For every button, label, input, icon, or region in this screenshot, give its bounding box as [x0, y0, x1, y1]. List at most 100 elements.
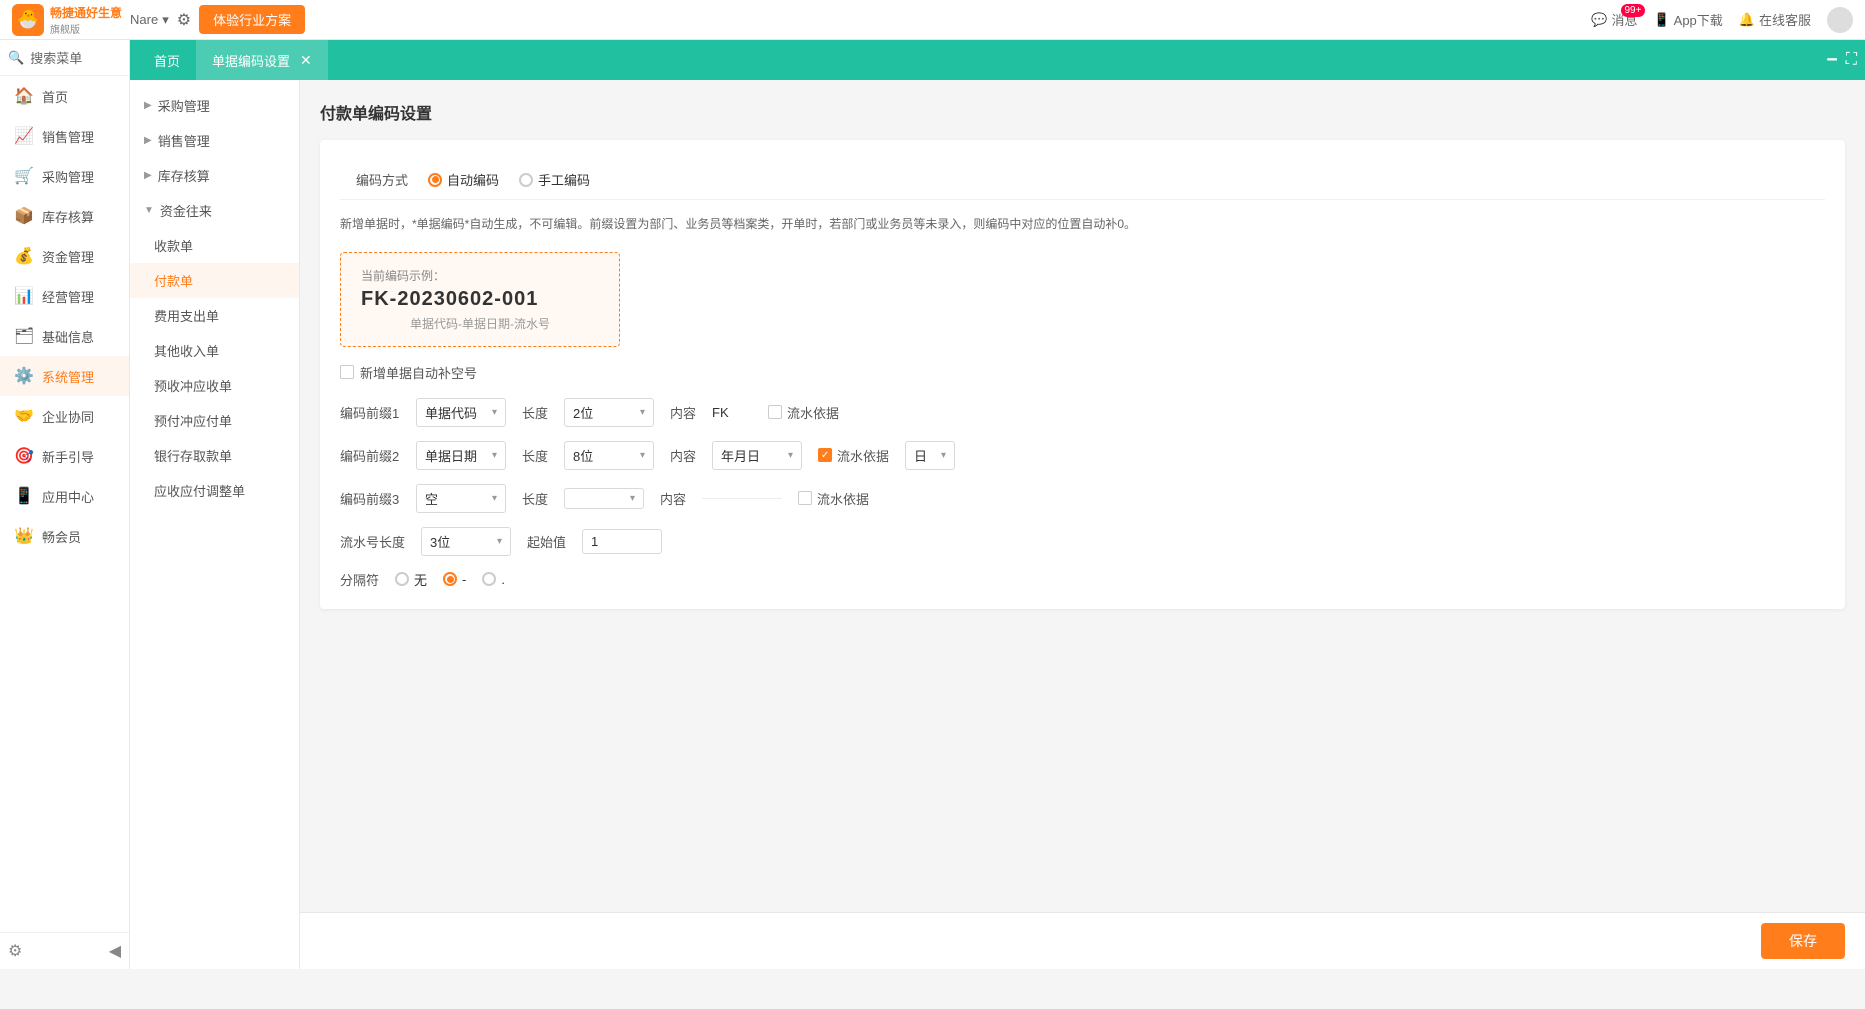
- flow-select[interactable]: 3位 ▾: [421, 527, 511, 556]
- prefix3-select[interactable]: 空 ▾: [416, 484, 506, 513]
- auto-encode-radio[interactable]: 自动编码: [428, 170, 499, 189]
- sidebar-item-system[interactable]: ⚙️ 系统管理: [0, 356, 129, 396]
- tab-home[interactable]: 首页: [138, 40, 196, 80]
- system-icon: ⚙️: [14, 366, 34, 386]
- sidebar-item-sales[interactable]: 📈 销售管理: [0, 116, 129, 156]
- tab-close-icon[interactable]: ✕: [300, 52, 312, 69]
- sub-menu-item-expense[interactable]: 费用支出单: [130, 298, 299, 333]
- chevron-down-icon: ▾: [162, 12, 169, 28]
- prefix1-chevron-icon: ▾: [492, 407, 497, 418]
- sep-dash-dot: [447, 576, 454, 583]
- tab-encode[interactable]: 单据编码设置 ✕: [196, 40, 328, 80]
- sep-dash-radio[interactable]: -: [443, 572, 466, 587]
- sidebar-item-collab[interactable]: 🤝 企业协同: [0, 396, 129, 436]
- sidebar-item-finance[interactable]: 💰 资金管理: [0, 236, 129, 276]
- settings-icon[interactable]: ⚙: [177, 10, 191, 30]
- sidebar-item-apps[interactable]: 📱 应用中心: [0, 476, 129, 516]
- sub-group-inventory: ▶ 库存核算: [130, 158, 299, 193]
- sub-menu-item-other-income[interactable]: 其他收入单: [130, 333, 299, 368]
- message-icon[interactable]: 💬 消息 99+: [1591, 10, 1637, 29]
- sidebar-item-home[interactable]: 🏠 首页: [0, 76, 129, 116]
- flow-chevron-icon: ▾: [497, 536, 502, 547]
- start-value-input[interactable]: 1: [582, 529, 662, 554]
- prefix3-content-value: [702, 498, 782, 499]
- content-area: ▶ 采购管理 ▶ 销售管理 ▶ 库存核算 ▼ 资金往来: [130, 80, 1865, 969]
- prefix3-stream-check[interactable]: 流水依据: [798, 489, 869, 508]
- online-service[interactable]: 🔔 在线客服: [1739, 10, 1811, 29]
- save-button[interactable]: 保存: [1761, 923, 1845, 959]
- base-icon: 🗂: [14, 326, 34, 346]
- prefix1-len-label: 长度: [522, 403, 548, 422]
- main-panel-wrapper: 付款单编码设置 编码方式 自动编码 手工编码: [300, 80, 1865, 969]
- sep-dot-radio[interactable]: .: [482, 572, 505, 587]
- prefix3-stream-checkbox: [798, 491, 812, 505]
- code-preview-box: 当前编码示例： FK-20230602-001 单据代码-单据日期-流水号: [340, 252, 620, 347]
- chevron-down-icon2: ▼: [144, 205, 154, 216]
- prefix3-len-select[interactable]: ▾: [564, 488, 644, 509]
- main-card: 编码方式 自动编码 手工编码 新增单据时，*单据编: [320, 140, 1845, 609]
- encode-method-label: 编码方式: [356, 170, 408, 189]
- prefix3-len-label: 长度: [522, 489, 548, 508]
- sep-none-radio[interactable]: 无: [395, 570, 427, 589]
- prefix-row-3: 编码前缀3 空 ▾ 长度 ▾ 内容: [340, 484, 1825, 513]
- top-bar-right: 💬 消息 99+ 📱 App下载 🔔 在线客服: [1591, 7, 1853, 33]
- manual-encode-radio[interactable]: 手工编码: [519, 170, 590, 189]
- finance-icon: 💰: [14, 246, 34, 266]
- sub-menu-item-prepay-receivable[interactable]: 预收冲应收单: [130, 368, 299, 403]
- prefix2-label: 编码前缀2: [340, 446, 400, 465]
- sep-none-circle: [395, 572, 409, 586]
- sidebar-footer: ⚙ ◀: [0, 932, 129, 969]
- prefix2-stream-check[interactable]: ✓ 流水依据: [818, 446, 889, 465]
- sidebar-item-base[interactable]: 🗂 基础信息: [0, 316, 129, 356]
- auto-radio-dot: [432, 176, 439, 183]
- prefix-row-2: 编码前缀2 单据日期 ▾ 长度 8位 ▾ 内容: [340, 441, 1825, 470]
- sidebar: 🔍 搜索菜单 🏠 首页 📈 销售管理 🛒 采购管理 📦 库存核算 💰 资金管理 …: [0, 40, 130, 969]
- prefix2-content-label: 内容: [670, 446, 696, 465]
- prefix-row-1: 编码前缀1 单据代码 ▾ 长度 2位 ▾ 内容 FK: [340, 398, 1825, 427]
- sub-menu-item-prepay-payable[interactable]: 预付冲应付单: [130, 403, 299, 438]
- sidebar-item-guide[interactable]: 🎯 新手引导: [0, 436, 129, 476]
- prefix2-content-select[interactable]: 年月日 ▾: [712, 441, 802, 470]
- prefix1-len-select[interactable]: 2位 ▾: [564, 398, 654, 427]
- sub-menu-title-inventory[interactable]: ▶ 库存核算: [130, 158, 299, 193]
- app-download[interactable]: 📱 App下载: [1653, 10, 1722, 29]
- tab-maximize-icon[interactable]: ⛶: [1846, 51, 1857, 69]
- prefix1-stream-check[interactable]: 流水依据: [768, 403, 839, 422]
- prefix1-select[interactable]: 单据代码 ▾: [416, 398, 506, 427]
- prefix2-chevron-icon: ▾: [492, 450, 497, 461]
- auto-fill-checkbox[interactable]: [340, 365, 354, 379]
- auto-fill-row: 新增单据自动补空号: [340, 363, 1825, 382]
- collapse-icon[interactable]: ◀: [109, 941, 121, 961]
- sidebar-search[interactable]: 🔍 搜索菜单: [0, 40, 129, 76]
- tab-minimize-icon[interactable]: 🗕: [1826, 47, 1837, 74]
- trial-button[interactable]: 体验行业方案: [199, 5, 305, 34]
- sep-label: 分隔符: [340, 570, 379, 589]
- guide-icon: 🎯: [14, 446, 34, 466]
- prefix2-len-select[interactable]: 8位 ▾: [564, 441, 654, 470]
- sidebar-item-ops[interactable]: 📊 经营管理: [0, 276, 129, 316]
- sub-menu-item-ap-adjust[interactable]: 应收应付调整单: [130, 473, 299, 508]
- sub-menu-title-sales[interactable]: ▶ 销售管理: [130, 123, 299, 158]
- sub-menu-item-receive[interactable]: 收款单: [130, 228, 299, 263]
- sidebar-item-member[interactable]: 👑 畅会员: [0, 516, 129, 556]
- sidebar-item-purchase[interactable]: 🛒 采购管理: [0, 156, 129, 196]
- form-rows: 编码前缀1 单据代码 ▾ 长度 2位 ▾ 内容 FK: [340, 398, 1825, 513]
- sidebar-item-inventory[interactable]: 📦 库存核算: [0, 196, 129, 236]
- prefix2-select[interactable]: 单据日期 ▾: [416, 441, 506, 470]
- prefix3-label: 编码前缀3: [340, 489, 400, 508]
- collab-icon: 🤝: [14, 406, 34, 426]
- settings-gear-icon[interactable]: ⚙: [8, 941, 22, 961]
- sub-group-sales: ▶ 销售管理: [130, 123, 299, 158]
- sub-menu-item-bank-deposit[interactable]: 银行存取款单: [130, 438, 299, 473]
- sub-group-finance: ▼ 资金往来 收款单 付款单 费用支出单 其他收入单 预收冲应收单 预付冲应付单…: [130, 193, 299, 508]
- encode-method-row: 编码方式 自动编码 手工编码: [340, 160, 1825, 200]
- prefix3-len-chevron-icon: ▾: [630, 493, 635, 504]
- inventory-icon: 📦: [14, 206, 34, 226]
- prefix1-stream-checkbox: [768, 405, 782, 419]
- sub-menu-item-pay[interactable]: 付款单: [130, 263, 299, 298]
- sub-menu-title-finance[interactable]: ▼ 资金往来: [130, 193, 299, 228]
- nav-dropdown[interactable]: Nare ▾: [130, 12, 169, 28]
- prefix2-stream-select[interactable]: 日 ▾: [905, 441, 955, 470]
- user-avatar[interactable]: [1827, 7, 1853, 33]
- sub-menu-title-purchase[interactable]: ▶ 采购管理: [130, 88, 299, 123]
